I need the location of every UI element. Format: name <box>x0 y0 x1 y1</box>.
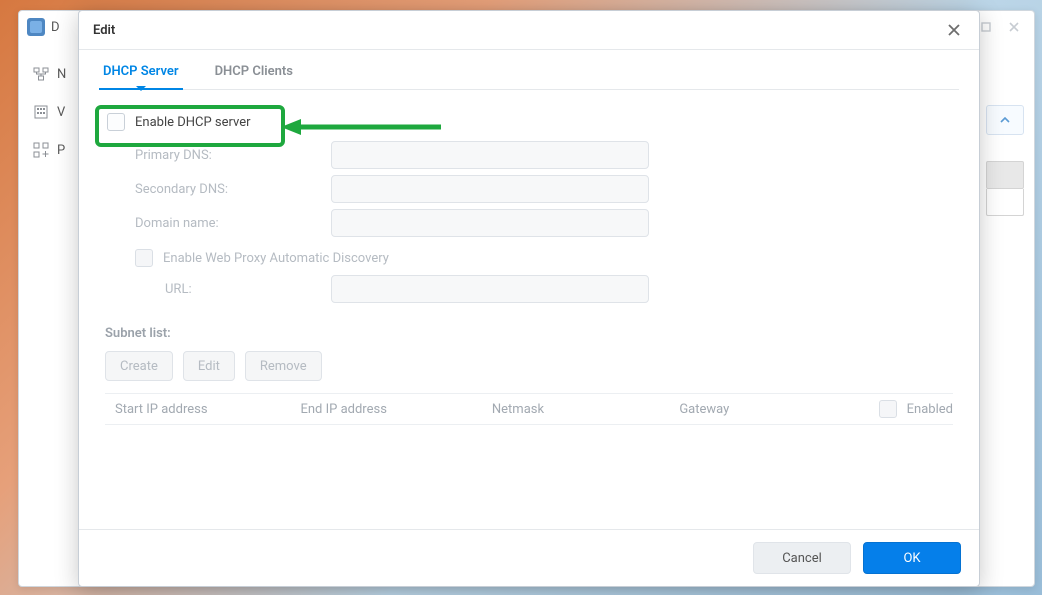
col-enabled[interactable]: Enabled <box>865 400 953 418</box>
sidebar-item-label: P <box>57 143 65 158</box>
remove-button[interactable]: Remove <box>245 351 322 381</box>
subnet-table: Start IP address End IP address Netmask … <box>105 393 953 425</box>
parent-right-panel-peek <box>986 105 1024 216</box>
col-netmask[interactable]: Netmask <box>482 402 669 417</box>
annotation-highlight-box <box>95 105 285 147</box>
domain-name-input[interactable] <box>331 209 649 237</box>
dialog-footer: Cancel OK <box>79 529 979 586</box>
domain-name-label: Domain name: <box>135 216 331 231</box>
primary-dns-label: Primary DNS: <box>135 148 331 163</box>
subnet-button-row: Create Edit Remove <box>105 351 953 381</box>
network-icon <box>33 66 49 82</box>
enabled-header-checkbox[interactable] <box>879 400 897 418</box>
dialog-title: Edit <box>93 23 115 38</box>
sidebar-item-label: V <box>57 105 65 120</box>
wpad-checkbox[interactable] <box>135 249 153 267</box>
app-icon <box>27 18 45 36</box>
url-label: URL: <box>165 282 331 297</box>
col-gateway[interactable]: Gateway <box>669 402 864 417</box>
tab-dhcp-server[interactable]: DHCP Server <box>99 54 183 89</box>
secondary-dns-label: Secondary DNS: <box>135 182 331 197</box>
sidebar-item-label: N <box>57 67 66 82</box>
edit-dialog: Edit DHCP Server DHCP Clients Enable DHC… <box>78 10 980 587</box>
col-start-ip[interactable]: Start IP address <box>105 402 290 417</box>
url-input[interactable] <box>331 275 649 303</box>
annotation-arrow <box>281 117 441 137</box>
wpad-row: Enable Web Proxy Automatic Discovery <box>135 248 953 268</box>
panel-row-peek <box>986 189 1024 216</box>
subnet-table-header: Start IP address End IP address Netmask … <box>105 394 953 425</box>
tab-dhcp-clients[interactable]: DHCP Clients <box>211 54 297 89</box>
app-title: D <box>51 20 60 35</box>
parent-close-icon[interactable] <box>1002 15 1026 39</box>
ok-button[interactable]: OK <box>863 542 961 574</box>
close-icon <box>948 24 960 36</box>
chevron-up-icon <box>999 114 1011 126</box>
url-row: URL: <box>135 274 953 304</box>
collapse-toggle[interactable] <box>986 105 1024 135</box>
primary-dns-input[interactable] <box>331 141 649 169</box>
domain-name-row: Domain name: <box>135 208 953 238</box>
subnet-list-title: Subnet list: <box>105 326 953 341</box>
cancel-button[interactable]: Cancel <box>753 542 851 574</box>
building-icon <box>33 104 49 120</box>
close-button[interactable] <box>943 19 965 41</box>
edit-button[interactable]: Edit <box>183 351 235 381</box>
wpad-label: Enable Web Proxy Automatic Discovery <box>163 251 389 266</box>
create-button[interactable]: Create <box>105 351 173 381</box>
tab-bar: DHCP Server DHCP Clients <box>99 49 959 90</box>
secondary-dns-row: Secondary DNS: <box>135 174 953 204</box>
col-enabled-label: Enabled <box>907 402 953 417</box>
grid-icon <box>33 142 49 158</box>
panel-row-peek <box>986 161 1024 189</box>
secondary-dns-input[interactable] <box>331 175 649 203</box>
col-end-ip[interactable]: End IP address <box>290 402 481 417</box>
dialog-header: Edit <box>79 11 979 50</box>
